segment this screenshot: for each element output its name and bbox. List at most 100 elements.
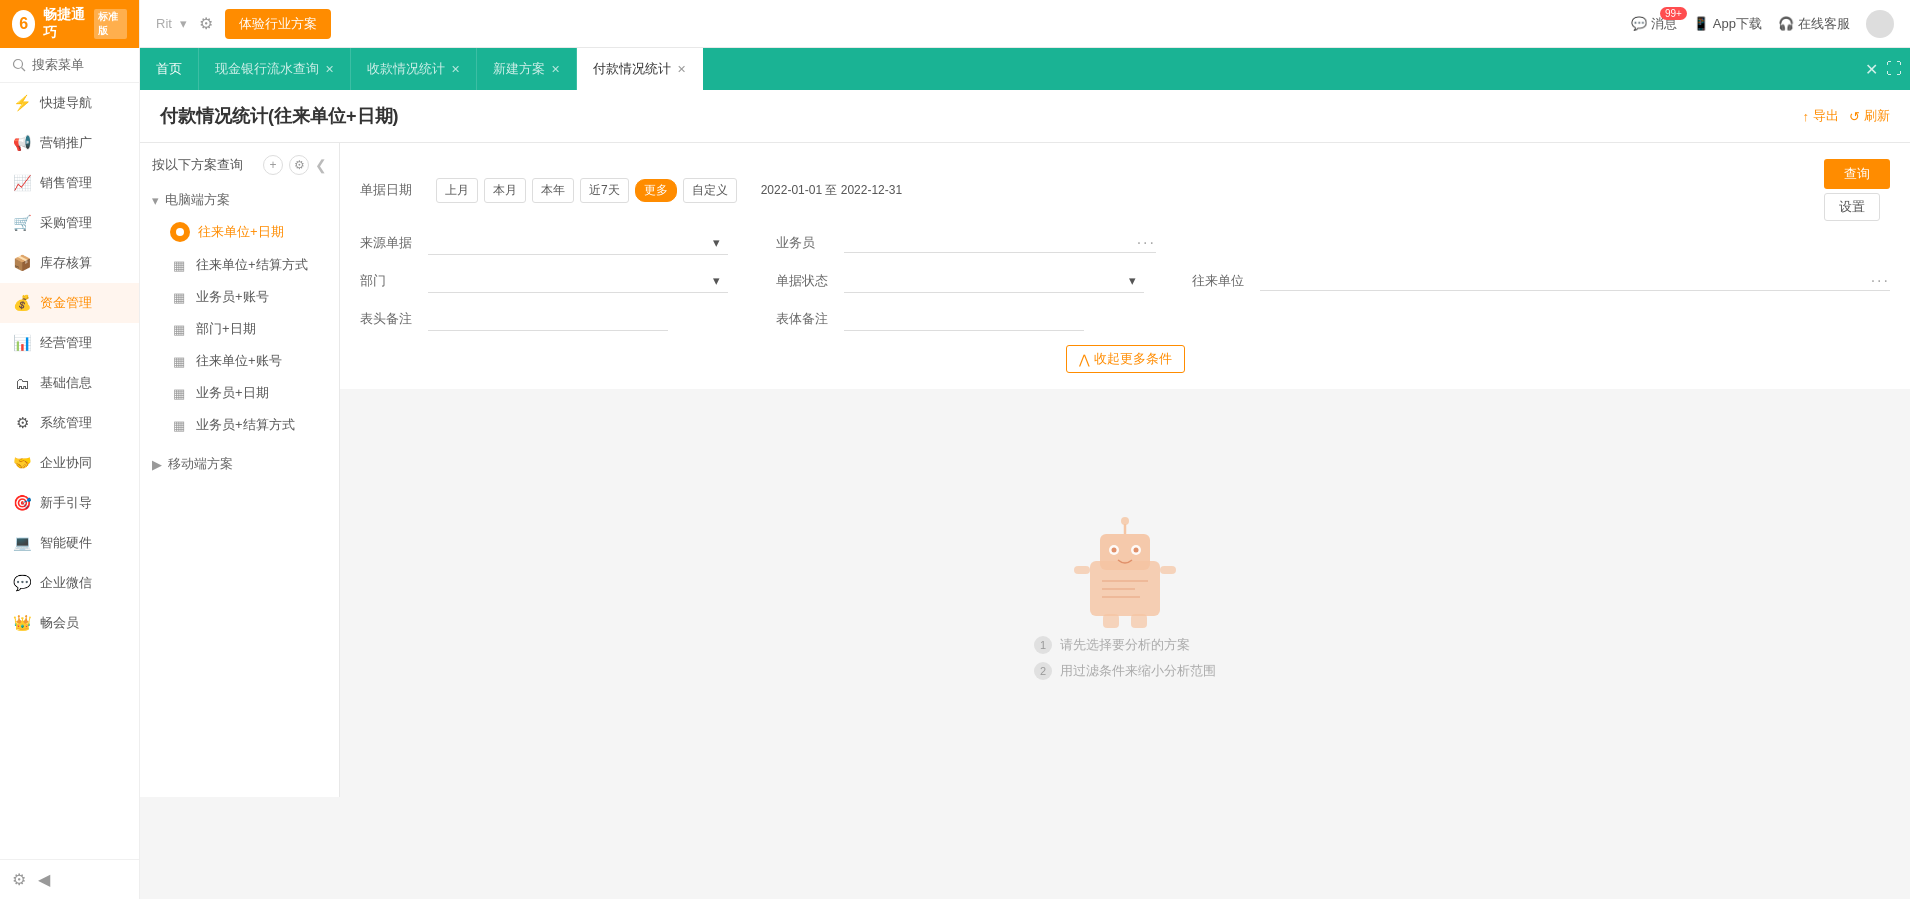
this-month-btn[interactable]: 本月 <box>484 178 526 203</box>
collapse-icon: ⋀ <box>1079 352 1090 367</box>
mobile-scheme-group: ▶ 移动端方案 <box>140 449 339 479</box>
sidebar-item-purchase[interactable]: 🛒采购管理 <box>0 203 139 243</box>
tab-bank-flow[interactable]: 现金银行流水查询 ✕ <box>199 48 351 90</box>
brand-chevron-icon[interactable]: ▾ <box>180 16 187 31</box>
tab-payment-stats[interactable]: 付款情况统计 ✕ <box>577 48 703 90</box>
sidebar-item-basic[interactable]: 🗂基础信息 <box>0 363 139 403</box>
capital-icon: 💰 <box>12 293 32 313</box>
scheme-icon-salesman-payment: ▦ <box>170 416 188 434</box>
sidebar: 6 畅捷通巧 标准版 搜索菜单 ⚡快捷导航📢营销推广📈销售管理🛒采购管理📦库存核… <box>0 0 140 899</box>
scheme-item-dept-date[interactable]: ▦部门+日期 <box>140 313 339 345</box>
tab-close-new-scheme[interactable]: ✕ <box>551 63 560 76</box>
split-layout: 按以下方案查询 + ⚙ ❮ ▾ 电脑端方案 往来单位+日期▦往来单位+结算方式▦… <box>140 143 1910 797</box>
tab-label-home: 首页 <box>156 60 182 78</box>
filter-settings-btn[interactable]: 设置 <box>1824 193 1880 221</box>
sidebar-item-marketing[interactable]: 📢营销推广 <box>0 123 139 163</box>
close-all-icon[interactable]: ✕ <box>1865 60 1878 79</box>
scheme-settings-btn[interactable]: ⚙ <box>289 155 309 175</box>
topbar-right: 💬 消息 99+ 📱 App下载 🎧 在线客服 <box>1631 10 1894 38</box>
collapse-icon[interactable]: ◀ <box>38 870 50 889</box>
scheme-icon-salesman-account: ▦ <box>170 288 188 306</box>
sidebar-item-quick-nav[interactable]: ⚡快捷导航 <box>0 83 139 123</box>
partner-ellipsis-btn[interactable]: ··· <box>1871 272 1890 290</box>
gear-icon[interactable]: ⚙ <box>199 14 213 33</box>
scheme-item-partner-account[interactable]: ▦往来单位+账号 <box>140 345 339 377</box>
sidebar-item-capital[interactable]: 💰资金管理 <box>0 283 139 323</box>
service-icon: 🎧 <box>1778 16 1794 31</box>
tab-close-bank-flow[interactable]: ✕ <box>325 63 334 76</box>
logo-text: 畅捷通巧 <box>43 6 90 42</box>
desktop-group-title[interactable]: ▾ 电脑端方案 <box>140 185 339 215</box>
tab-close-payment-stats[interactable]: ✕ <box>677 63 686 76</box>
last-7-days-btn[interactable]: 近7天 <box>580 178 629 203</box>
scheme-item-partner-date[interactable]: 往来单位+日期 <box>140 215 339 249</box>
source-select[interactable]: ▾ <box>428 231 728 255</box>
table-body-note-input[interactable] <box>844 307 1084 331</box>
sidebar-item-sales[interactable]: 📈销售管理 <box>0 163 139 203</box>
salesman-ellipsis-btn[interactable]: ··· <box>1137 234 1156 252</box>
tab-receipt-stats[interactable]: 收款情况统计✕ <box>351 48 477 90</box>
avatar[interactable] <box>1866 10 1894 38</box>
empty-tip-1: 1 请先选择要分析的方案 <box>1034 636 1216 654</box>
settings-icon[interactable]: ⚙ <box>12 870 26 889</box>
sidebar-item-member[interactable]: 👑畅会员 <box>0 603 139 643</box>
scheme-item-salesman-date[interactable]: ▦业务员+日期 <box>140 377 339 409</box>
sidebar-item-hardware[interactable]: 💻智能硬件 <box>0 523 139 563</box>
refresh-btn[interactable]: ↺ 刷新 <box>1849 107 1890 125</box>
business-icon: 📊 <box>12 333 32 353</box>
sidebar-item-inventory[interactable]: 📦库存核算 <box>0 243 139 283</box>
online-service[interactable]: 🎧 在线客服 <box>1778 15 1850 33</box>
logo-tag: 标准版 <box>94 9 127 39</box>
svg-rect-12 <box>1103 614 1119 628</box>
more-dates-btn[interactable]: 更多 <box>635 179 677 202</box>
quick-nav-icon: ⚡ <box>12 93 32 113</box>
mobile-group-title[interactable]: ▶ 移动端方案 <box>140 449 339 479</box>
search-icon <box>12 58 26 72</box>
scheme-icon-partner-account: ▦ <box>170 352 188 370</box>
scheme-header: 按以下方案查询 + ⚙ ❮ <box>140 155 339 185</box>
sidebar-item-business[interactable]: 📊经营管理 <box>0 323 139 363</box>
svg-point-9 <box>1121 517 1129 525</box>
table-header-note-input[interactable] <box>428 307 668 331</box>
svg-point-0 <box>14 60 23 69</box>
tab-new-scheme[interactable]: 新建方案✕ <box>477 48 577 90</box>
date-label: 单据日期 <box>360 181 420 199</box>
date-buttons: 上月 本月 本年 近7天 更多 自定义 <box>436 178 737 203</box>
scheme-collapse-btn[interactable]: ❮ <box>315 157 327 173</box>
doc-status-select[interactable]: ▾ <box>844 269 1144 293</box>
tab-close-receipt-stats[interactable]: ✕ <box>451 63 460 76</box>
tab-label-payment-stats: 付款情况统计 <box>593 60 671 78</box>
doc-status-label: 单据状态 <box>776 272 836 290</box>
sidebar-item-weixin[interactable]: 💬企业微信 <box>0 563 139 603</box>
sidebar-logo: 6 畅捷通巧 标准版 <box>0 0 139 48</box>
sidebar-item-system[interactable]: ⚙系统管理 <box>0 403 139 443</box>
industry-btn[interactable]: 体验行业方案 <box>225 9 331 39</box>
collapse-conditions-btn[interactable]: ⋀ 收起更多条件 <box>1066 345 1185 373</box>
sidebar-item-guide[interactable]: 🎯新手引导 <box>0 483 139 523</box>
export-icon: ↑ <box>1803 109 1810 124</box>
left-panel: 按以下方案查询 + ⚙ ❮ ▾ 电脑端方案 往来单位+日期▦往来单位+结算方式▦… <box>140 143 340 797</box>
export-btn[interactable]: ↑ 导出 <box>1803 107 1840 125</box>
app-download[interactable]: 📱 App下载 <box>1693 15 1762 33</box>
add-scheme-btn[interactable]: + <box>263 155 283 175</box>
tab-label-bank-flow: 现金银行流水查询 <box>215 60 319 78</box>
scheme-item-salesman-account[interactable]: ▦业务员+账号 <box>140 281 339 313</box>
active-dot-icon <box>170 222 190 242</box>
sidebar-item-enterprise[interactable]: 🤝企业协同 <box>0 443 139 483</box>
date-range-display: 2022-01-01 至 2022-12-31 <box>761 182 902 199</box>
this-year-btn[interactable]: 本年 <box>532 178 574 203</box>
sidebar-search[interactable]: 搜索菜单 <box>0 48 139 83</box>
scheme-item-partner-payment[interactable]: ▦往来单位+结算方式 <box>140 249 339 281</box>
dept-select[interactable]: ▾ <box>428 269 728 293</box>
scheme-icon-partner-payment: ▦ <box>170 256 188 274</box>
main-content: Rit ▾ ⚙ 体验行业方案 💬 消息 99+ 📱 App下载 🎧 在线客服 <box>140 0 1910 899</box>
topbar-left: Rit ▾ ⚙ 体验行业方案 <box>156 9 331 39</box>
query-btn[interactable]: 查询 <box>1824 159 1890 189</box>
message-badge[interactable]: 💬 消息 99+ <box>1631 15 1677 33</box>
svg-line-1 <box>22 68 26 72</box>
scheme-item-salesman-payment[interactable]: ▦业务员+结算方式 <box>140 409 339 441</box>
tab-home[interactable]: 首页 <box>140 48 199 90</box>
maximize-icon[interactable]: ⛶ <box>1886 60 1902 78</box>
custom-date-btn[interactable]: 自定义 <box>683 178 737 203</box>
last-month-btn[interactable]: 上月 <box>436 178 478 203</box>
